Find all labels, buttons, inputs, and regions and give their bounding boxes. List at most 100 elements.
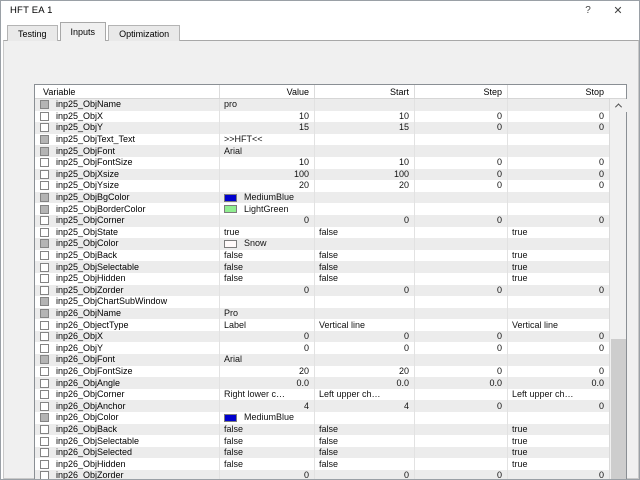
stop-cell[interactable]: 0 <box>508 122 609 134</box>
value-cell[interactable]: false <box>220 458 315 470</box>
step-cell[interactable] <box>415 354 508 366</box>
tab-testing[interactable]: Testing <box>7 25 58 41</box>
step-cell[interactable]: 0 <box>415 122 508 134</box>
value-cell[interactable]: MediumBlue <box>220 412 315 424</box>
table-row[interactable]: inp25_ObjColor Snow <box>35 238 609 250</box>
value-cell[interactable]: 10 <box>220 156 315 169</box>
value-cell[interactable]: 10 <box>220 110 315 123</box>
optimize-checkbox[interactable] <box>40 459 49 469</box>
table-row[interactable]: inp26_ObjAnchor 4 4 0 0 <box>35 400 609 413</box>
value-cell[interactable]: pro <box>220 99 315 111</box>
start-cell[interactable]: false <box>315 272 415 285</box>
table-row[interactable]: inp25_ObjXsize 100 100 0 0 <box>35 168 609 181</box>
scrollbar-thumb[interactable] <box>611 339 626 479</box>
optimize-checkbox[interactable] <box>40 181 49 191</box>
start-cell[interactable] <box>315 238 415 250</box>
table-row[interactable]: inp26_ObjFontSize 20 20 0 0 <box>35 365 609 378</box>
step-cell[interactable] <box>415 388 508 401</box>
optimize-checkbox[interactable] <box>40 332 49 342</box>
stop-cell[interactable]: true <box>508 273 609 285</box>
start-cell[interactable]: false <box>315 261 415 273</box>
step-cell[interactable] <box>415 412 508 424</box>
optimize-checkbox[interactable] <box>40 378 49 388</box>
stop-cell[interactable]: 0 <box>508 400 609 412</box>
optimize-checkbox[interactable] <box>40 227 49 237</box>
start-cell[interactable]: 0 <box>315 342 415 355</box>
step-cell[interactable] <box>415 238 508 250</box>
step-cell[interactable] <box>415 423 508 436</box>
start-cell[interactable]: 20 <box>315 180 415 192</box>
value-cell[interactable]: Snow <box>220 238 315 250</box>
optimize-checkbox[interactable] <box>40 169 49 179</box>
stop-cell[interactable]: 0 <box>508 157 609 169</box>
stop-cell[interactable] <box>508 308 609 320</box>
stop-cell[interactable]: 0 <box>508 342 609 354</box>
table-row[interactable]: inp25_ObjText_Text >>HFT<< <box>35 133 609 146</box>
stop-cell[interactable]: 0.0 <box>508 377 609 389</box>
value-cell[interactable]: false <box>220 446 315 459</box>
stop-cell[interactable]: true <box>508 447 609 459</box>
table-row[interactable]: inp25_ObjBorderColor LightGreen <box>35 203 609 215</box>
table-row[interactable]: inp25_ObjY 15 15 0 0 <box>35 122 609 134</box>
value-cell[interactable]: 100 <box>220 168 315 181</box>
start-cell[interactable]: 20 <box>315 365 415 378</box>
value-cell[interactable]: 20 <box>220 365 315 378</box>
step-cell[interactable] <box>415 133 508 146</box>
value-cell[interactable]: false <box>220 435 315 447</box>
table-row[interactable]: inp26_ObjCorner Right lower c… Left upper … <box>35 388 609 401</box>
start-cell[interactable]: false <box>315 446 415 459</box>
start-cell[interactable]: false <box>315 249 415 262</box>
stop-cell[interactable]: true <box>508 458 609 470</box>
value-cell[interactable]: true <box>220 226 315 239</box>
stop-cell[interactable]: 0 <box>508 331 609 343</box>
table-row[interactable]: inp25_ObjChartSubWindow <box>35 296 609 308</box>
start-cell[interactable] <box>315 145 415 157</box>
scroll-up-icon[interactable] <box>610 99 627 112</box>
optimize-checkbox[interactable] <box>40 424 49 434</box>
stop-cell[interactable] <box>508 238 609 250</box>
start-cell[interactable] <box>315 191 415 204</box>
step-cell[interactable]: 0 <box>415 110 508 123</box>
start-cell[interactable]: false <box>315 458 415 470</box>
table-row[interactable]: inp25_ObjBgColor MediumBlue <box>35 191 609 204</box>
stop-cell[interactable]: true <box>508 250 609 262</box>
optimize-checkbox[interactable] <box>40 436 49 446</box>
value-cell[interactable]: 0 <box>220 330 315 343</box>
value-cell[interactable]: 0 <box>220 284 315 297</box>
table-row[interactable]: inp26_ObjBack false false true <box>35 423 609 436</box>
table-row[interactable]: inp25_ObjCorner 0 0 0 0 <box>35 214 609 227</box>
value-cell[interactable] <box>220 296 315 308</box>
stop-cell[interactable]: Vertical line <box>508 319 609 331</box>
stop-cell[interactable]: true <box>508 261 609 273</box>
stop-cell[interactable] <box>508 296 609 308</box>
tab-inputs[interactable]: Inputs <box>59 22 107 41</box>
optimize-checkbox[interactable] <box>40 274 49 284</box>
stop-cell[interactable] <box>508 192 609 204</box>
step-cell[interactable]: 0 <box>415 168 508 181</box>
step-cell[interactable] <box>415 319 508 331</box>
table-row[interactable]: inp25_ObjFontSize 10 10 0 0 <box>35 156 609 169</box>
start-cell[interactable] <box>315 296 415 308</box>
start-cell[interactable] <box>315 354 415 366</box>
value-cell[interactable]: >>HFT<< <box>220 133 315 146</box>
stop-cell[interactable]: 0 <box>508 180 609 192</box>
table-row[interactable]: inp26_ObjSelectable false false true <box>35 435 609 447</box>
start-cell[interactable]: 0 <box>315 284 415 297</box>
stop-cell[interactable] <box>508 134 609 146</box>
value-cell[interactable]: 0 <box>220 470 315 479</box>
step-cell[interactable] <box>415 99 508 111</box>
step-cell[interactable] <box>415 296 508 308</box>
step-cell[interactable] <box>415 145 508 157</box>
optimize-checkbox[interactable] <box>40 366 49 376</box>
start-cell[interactable]: 100 <box>315 168 415 181</box>
table-row[interactable]: inp26_ObjY 0 0 0 0 <box>35 342 609 355</box>
stop-cell[interactable]: 0 <box>508 111 609 123</box>
value-cell[interactable]: 15 <box>220 122 315 134</box>
table-row[interactable]: inp25_ObjName pro <box>35 99 609 111</box>
value-cell[interactable]: Arial <box>220 145 315 157</box>
start-cell[interactable]: 4 <box>315 400 415 413</box>
stop-cell[interactable] <box>508 412 609 424</box>
value-cell[interactable]: LightGreen <box>220 203 315 215</box>
step-cell[interactable]: 0 <box>415 365 508 378</box>
optimize-checkbox[interactable] <box>40 285 49 295</box>
